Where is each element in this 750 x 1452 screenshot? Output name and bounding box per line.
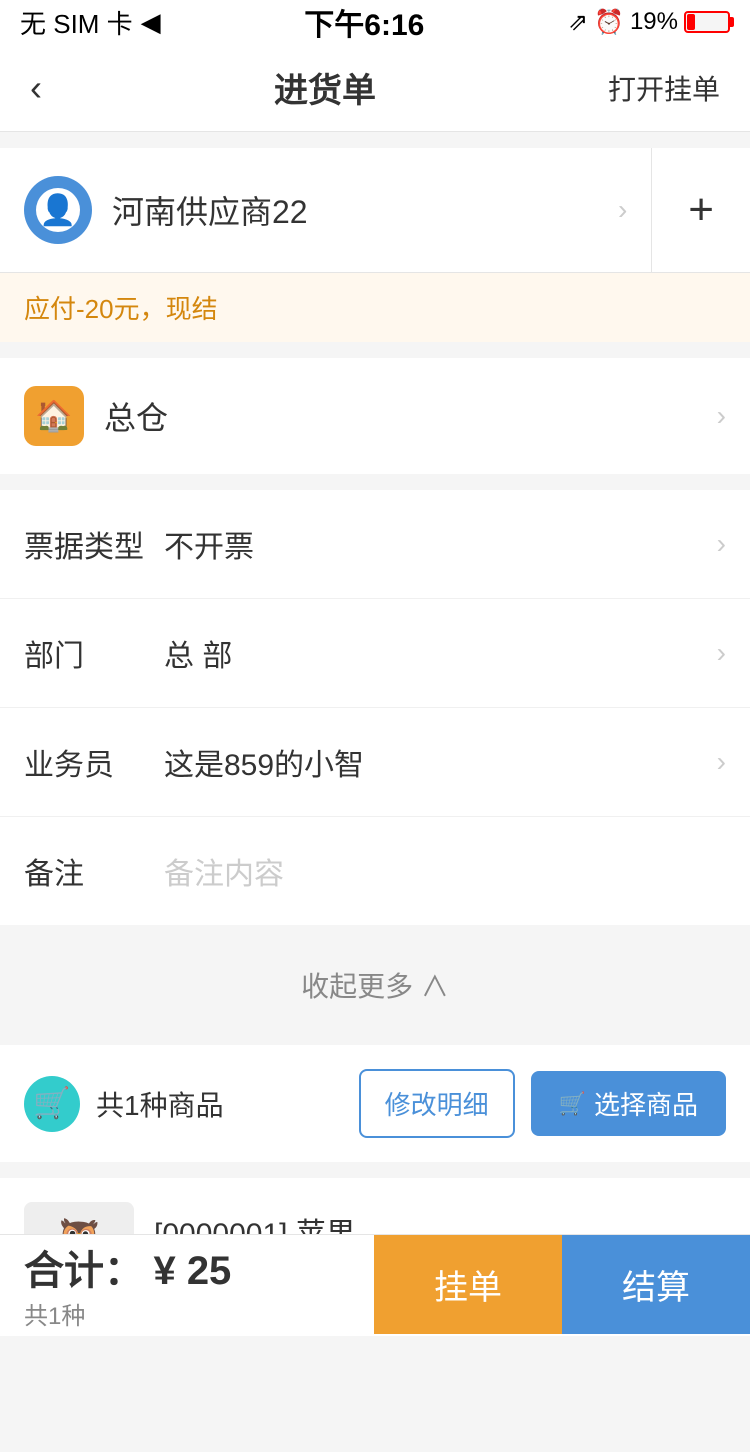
notice-text: 应付-20元，现结 xyxy=(24,294,218,324)
supplier-select[interactable]: 👤 河南供应商22 › xyxy=(0,148,652,272)
open-pending-button[interactable]: 打开挂单 xyxy=(608,68,720,108)
cart-icon: 🛒 xyxy=(33,1086,70,1121)
dept-value: 总 部 xyxy=(164,631,717,675)
checkout-button[interactable]: 结算 xyxy=(562,1235,750,1334)
ticket-type-chevron: › xyxy=(717,528,726,560)
remark-row[interactable]: 备注 备注内容 xyxy=(0,817,750,925)
person-icon: 👤 xyxy=(39,193,76,228)
status-time: 下午6:16 xyxy=(304,0,424,44)
warehouse-icon-wrap: 🏠 xyxy=(24,386,84,446)
battery-icon xyxy=(684,11,730,33)
sales-chevron: › xyxy=(717,746,726,778)
ticket-type-value: 不开票 xyxy=(164,522,717,566)
sim-label: 无 SIM 卡 xyxy=(20,4,133,41)
location-icon: ⇗ xyxy=(568,8,588,37)
select-product-label: 选择商品 xyxy=(594,1085,698,1122)
select-product-icon: 🛒 xyxy=(559,1091,586,1117)
total-amount: 合计： ¥ 25 xyxy=(24,1238,350,1296)
warehouse-icon: 🏠 xyxy=(35,399,72,434)
total-value: ¥ 25 xyxy=(153,1249,231,1293)
sales-row[interactable]: 业务员 这是859的小智 › xyxy=(0,708,750,817)
bottom-bar: 合计： ¥ 25 共1种 挂单 结算 xyxy=(0,1234,750,1334)
products-count: 共1种商品 xyxy=(96,1084,343,1124)
status-left: 无 SIM 卡 ◀ xyxy=(20,4,161,41)
collapse-button[interactable]: 收起更多 ∧ xyxy=(0,941,750,1029)
warehouse-name: 总仓 xyxy=(104,393,717,439)
total-count: 共1种 xyxy=(24,1296,350,1331)
back-button[interactable]: ‹ xyxy=(30,67,42,109)
status-right: ⇗ ⏰ 19% xyxy=(568,8,730,37)
wifi-icon: ◀ xyxy=(141,7,161,38)
remark-label: 备注 xyxy=(24,849,164,893)
remark-input[interactable]: 备注内容 xyxy=(164,849,726,893)
ticket-type-label: 票据类型 xyxy=(24,522,164,566)
status-bar: 无 SIM 卡 ◀ 下午6:16 ⇗ ⏰ 19% xyxy=(0,0,750,44)
dept-row[interactable]: 部门 总 部 › xyxy=(0,599,750,708)
hang-button[interactable]: 挂单 xyxy=(374,1235,562,1334)
notice-bar: 应付-20元，现结 xyxy=(0,273,750,342)
alarm-icon: ⏰ xyxy=(594,8,624,37)
supplier-section: 👤 河南供应商22 › + xyxy=(0,148,750,273)
warehouse-section[interactable]: 🏠 总仓 › xyxy=(0,358,750,474)
select-product-button[interactable]: 🛒 选择商品 xyxy=(531,1071,726,1136)
page-title: 进货单 xyxy=(274,63,376,112)
products-header: 🛒 共1种商品 修改明细 🛒 选择商品 xyxy=(0,1045,750,1162)
supplier-avatar: 👤 xyxy=(24,176,92,244)
chevron-right-icon: › xyxy=(618,194,627,226)
battery-percent: 19% xyxy=(630,8,678,36)
person-icon-wrap: 👤 xyxy=(36,188,80,232)
form-section: 票据类型 不开票 › 部门 总 部 › 业务员 这是859的小智 › 备注 备注… xyxy=(0,490,750,925)
sales-value: 这是859的小智 xyxy=(164,740,717,784)
dept-chevron: › xyxy=(717,637,726,669)
nav-bar: ‹ 进货单 打开挂单 xyxy=(0,44,750,132)
supplier-name: 河南供应商22 xyxy=(112,187,618,233)
dept-label: 部门 xyxy=(24,631,164,675)
edit-detail-button[interactable]: 修改明细 xyxy=(359,1069,515,1138)
warehouse-chevron-icon: › xyxy=(717,400,726,432)
total-label: 合计： xyxy=(24,1249,144,1293)
sales-label: 业务员 xyxy=(24,740,164,784)
add-supplier-button[interactable]: + xyxy=(652,148,750,272)
total-section: 合计： ¥ 25 共1种 xyxy=(0,1235,374,1334)
products-icon-wrap: 🛒 xyxy=(24,1076,80,1132)
ticket-type-row[interactable]: 票据类型 不开票 › xyxy=(0,490,750,599)
